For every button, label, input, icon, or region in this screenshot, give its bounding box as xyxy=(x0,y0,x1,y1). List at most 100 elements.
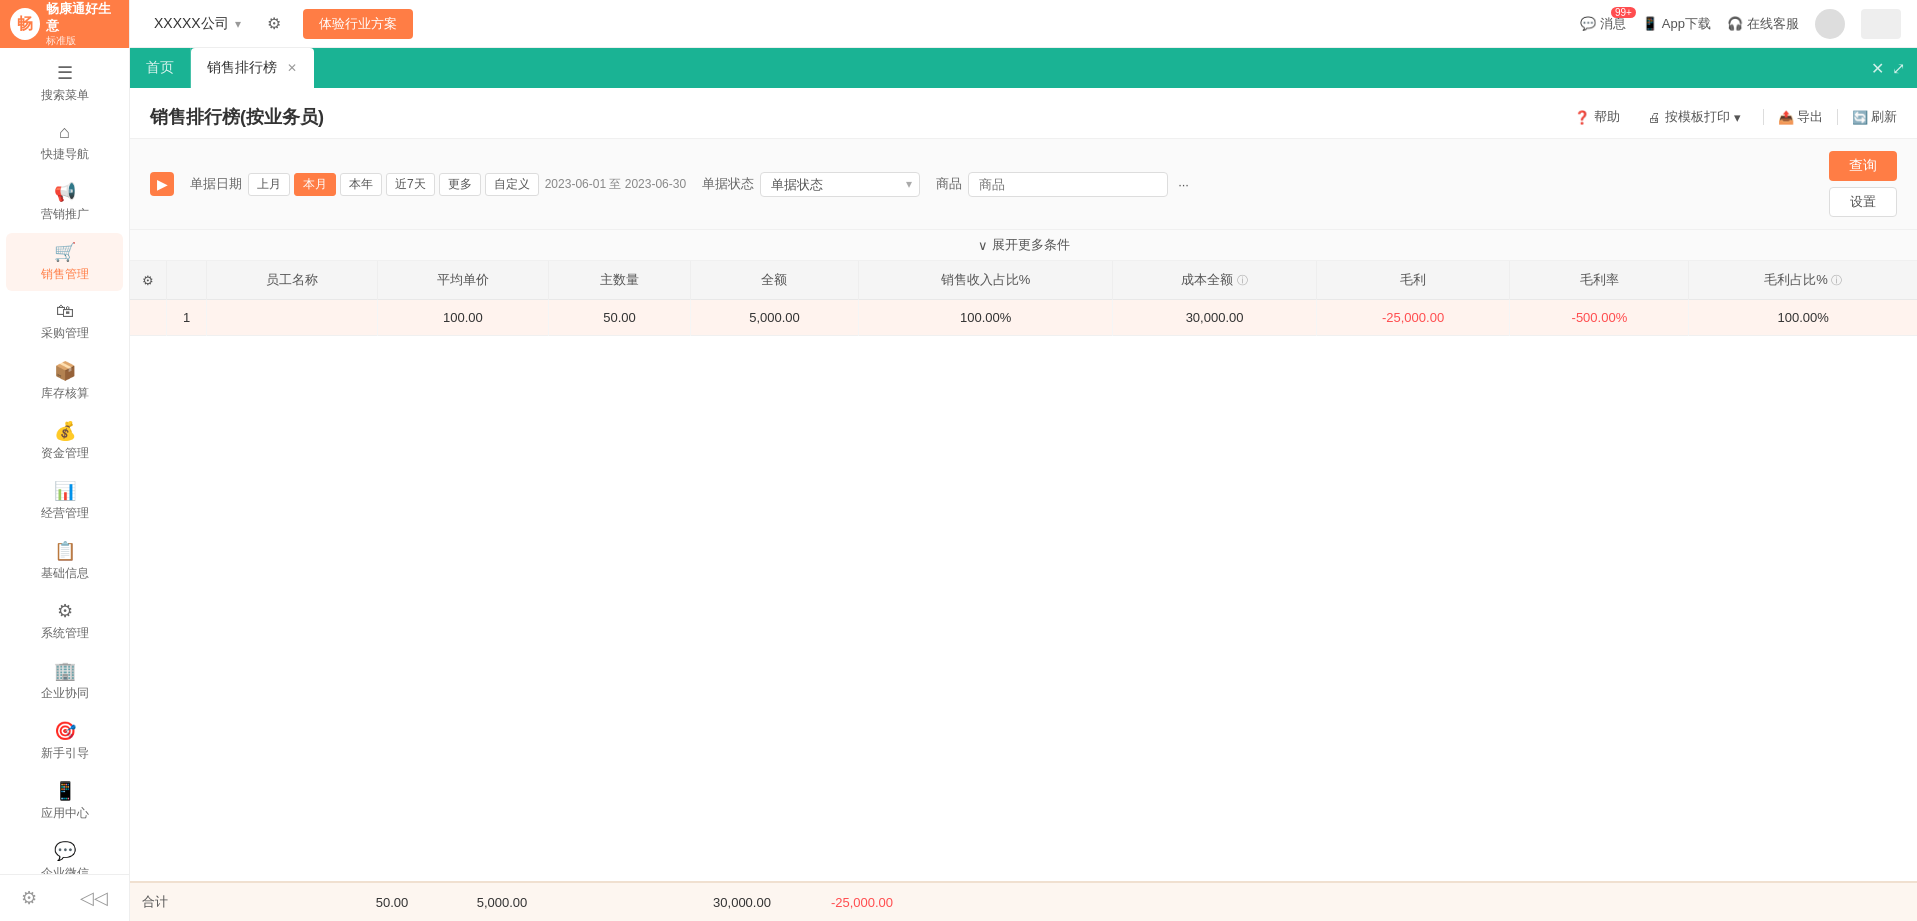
filter-expand-button[interactable]: ▶ xyxy=(150,172,174,196)
message-badge: 99+ xyxy=(1611,7,1636,18)
sidebar: 畅 畅康通好生意 标准版 ☰ 搜索菜单 ⌂ 快捷导航 📢 营销推广 🛒 销售管理… xyxy=(0,0,130,921)
finance-icon: 💰 xyxy=(54,420,76,442)
sidebar-settings-btn[interactable]: ⚙ xyxy=(17,883,41,913)
date-btn-custom[interactable]: 自定义 xyxy=(485,173,539,196)
system-icon: ⚙ xyxy=(57,600,73,622)
col-amount: 全额 xyxy=(691,261,859,300)
chevron-down-icon: ▾ xyxy=(235,17,241,31)
user-name-area[interactable] xyxy=(1861,9,1901,39)
sidebar-item-label: 库存核算 xyxy=(41,385,89,402)
sidebar-item-quick-nav[interactable]: ⌂ 快捷导航 xyxy=(6,114,123,171)
goods-input[interactable] xyxy=(968,172,1168,197)
col-profit-pct: 毛利占比% ⓘ xyxy=(1689,261,1917,300)
col-qty: 主数量 xyxy=(548,261,690,300)
sales-icon: 🛒 xyxy=(54,241,76,263)
user-avatar[interactable] xyxy=(1815,9,1845,39)
sidebar-item-label: 应用中心 xyxy=(41,805,89,822)
sidebar-item-enterprise[interactable]: 🏢 企业协同 xyxy=(6,652,123,710)
date-btn-more[interactable]: 更多 xyxy=(439,173,481,196)
sidebar-item-guide[interactable]: 🎯 新手引导 xyxy=(6,712,123,770)
status-filter-group: 单据状态 单据状态 xyxy=(702,172,920,197)
divider2 xyxy=(1837,109,1838,125)
tab-expand-icon[interactable]: ⤢ xyxy=(1892,59,1905,78)
col-profit: 毛利 xyxy=(1316,261,1510,300)
inventory-icon: 📦 xyxy=(54,360,76,382)
status-select[interactable]: 单据状态 xyxy=(760,172,920,197)
date-btn-this-year[interactable]: 本年 xyxy=(340,173,382,196)
table-row: 1 100.00 50.00 5,000.00 100.00% 30,000.0… xyxy=(130,300,1917,336)
company-selector[interactable]: XXXXX公司 ▾ xyxy=(146,11,249,37)
sidebar-logo: 畅 畅康通好生意 标准版 xyxy=(0,0,129,48)
footer-label: 合计 xyxy=(142,893,222,911)
settings-small-button[interactable]: 设置 xyxy=(1829,187,1897,217)
logo-badge: 标准版 xyxy=(46,34,119,47)
date-btn-this-month[interactable]: 本月 xyxy=(294,173,336,196)
col-name: 员工名称 xyxy=(207,261,378,300)
sidebar-item-wechat[interactable]: 💬 企业微信 xyxy=(6,832,123,874)
tab-close-window-icon[interactable]: ✕ xyxy=(1871,59,1884,78)
export-btn[interactable]: 📤 导出 xyxy=(1778,108,1823,126)
sidebar-item-search-order[interactable]: ☰ 搜索菜单 xyxy=(6,54,123,112)
sidebar-item-finance[interactable]: 💰 资金管理 xyxy=(6,412,123,470)
footer-data: 50.00 5,000.00 30,000.00 -25,000.00 xyxy=(222,895,1905,910)
goods-filter-group: 商品 ··· xyxy=(936,172,1193,197)
date-range-display: 2023-06-01 至 2023-06-30 xyxy=(545,176,686,193)
app-download-btn[interactable]: 📱 App下载 xyxy=(1642,15,1711,33)
expand-more-bar[interactable]: ∨ 展开更多条件 xyxy=(130,230,1917,261)
cell-profit: -25,000.00 xyxy=(1316,300,1510,336)
table-header-row: ⚙ 员工名称 平均单价 主数量 全额 销售收入占比% 成本全额 ⓘ 毛利 毛利率… xyxy=(130,261,1917,300)
refresh-btn[interactable]: 🔄 刷新 xyxy=(1852,108,1897,126)
date-quick-btns: 上月 本月 本年 近7天 更多 自定义 xyxy=(248,173,539,196)
template-print-btn[interactable]: 🖨 按模板打印 ▾ xyxy=(1640,104,1749,130)
tab-home[interactable]: 首页 xyxy=(130,48,191,88)
sidebar-item-sales-mgmt[interactable]: 🛒 销售管理 xyxy=(6,233,123,291)
sidebar-collapse-btn[interactable]: ◁◁ xyxy=(76,883,112,913)
online-service-btn[interactable]: 🎧 在线客服 xyxy=(1727,15,1799,33)
sidebar-item-apps[interactable]: 📱 应用中心 xyxy=(6,772,123,830)
sidebar-item-label: 营销推广 xyxy=(41,206,89,223)
col-rank xyxy=(167,261,207,300)
sidebar-item-operations[interactable]: 📊 经营管理 xyxy=(6,472,123,530)
sidebar-item-system[interactable]: ⚙ 系统管理 xyxy=(6,592,123,650)
sidebar-item-purchase-mgmt[interactable]: 🛍 采购管理 xyxy=(6,293,123,350)
tab-home-label: 首页 xyxy=(146,59,174,77)
app-icon: 📱 xyxy=(1642,16,1658,31)
col-cost: 成本全额 ⓘ xyxy=(1113,261,1316,300)
cell-settings xyxy=(130,300,167,336)
col-settings[interactable]: ⚙ xyxy=(130,261,167,300)
message-btn[interactable]: 💬 消息 99+ xyxy=(1580,15,1626,33)
sidebar-menu: ☰ 搜索菜单 ⌂ 快捷导航 📢 营销推广 🛒 销售管理 🛍 采购管理 📦 库存核… xyxy=(0,48,129,874)
header-settings-btn[interactable]: ⚙ xyxy=(259,9,289,39)
query-area: 查询 设置 xyxy=(1829,151,1897,217)
sidebar-item-label: 销售管理 xyxy=(41,266,89,283)
sidebar-item-inventory[interactable]: 📦 库存核算 xyxy=(6,352,123,410)
main-content: XXXXX公司 ▾ ⚙ 体验行业方案 💬 消息 99+ 📱 App下载 🎧 在线… xyxy=(130,0,1917,921)
trial-button[interactable]: 体验行业方案 xyxy=(303,9,413,39)
date-btn-last-month[interactable]: 上月 xyxy=(248,173,290,196)
footer-profit: -25,000.00 xyxy=(802,895,922,910)
sidebar-item-marketing[interactable]: 📢 营销推广 xyxy=(6,173,123,231)
top-header: XXXXX公司 ▾ ⚙ 体验行业方案 💬 消息 99+ 📱 App下载 🎧 在线… xyxy=(130,0,1917,48)
sidebar-item-label: 经营管理 xyxy=(41,505,89,522)
expand-more-icon: ∨ xyxy=(978,238,988,253)
footer-cost: 30,000.00 xyxy=(682,895,802,910)
online-service-label: 在线客服 xyxy=(1747,15,1799,33)
filter-more-icon[interactable]: ··· xyxy=(1174,175,1193,194)
date-btn-7days[interactable]: 近7天 xyxy=(386,173,435,196)
col-sales-pct: 销售收入占比% xyxy=(858,261,1112,300)
table-footer: 合计 50.00 5,000.00 30,000.00 -25,000.00 xyxy=(130,881,1917,921)
page-header: 销售排行榜(按业务员) ❓ 帮助 🖨 按模板打印 ▾ 📤 导出 xyxy=(130,88,1917,139)
sidebar-item-basics[interactable]: 📋 基础信息 xyxy=(6,532,123,590)
company-name: XXXXX公司 xyxy=(154,15,229,33)
tab-bar-actions: ✕ ⤢ xyxy=(1859,59,1917,78)
tab-sales-ranking[interactable]: 销售排行榜 ✕ xyxy=(191,48,314,88)
cell-amount: 5,000.00 xyxy=(691,300,859,336)
footer-amount: 5,000.00 xyxy=(442,895,562,910)
data-table: ⚙ 员工名称 平均单价 主数量 全额 销售收入占比% 成本全额 ⓘ 毛利 毛利率… xyxy=(130,261,1917,336)
col-profit-rate: 毛利率 xyxy=(1510,261,1689,300)
chevron-down-icon: ▾ xyxy=(1734,110,1741,125)
query-button[interactable]: 查询 xyxy=(1829,151,1897,181)
help-btn[interactable]: ❓ 帮助 xyxy=(1566,104,1628,130)
sidebar-item-label: 采购管理 xyxy=(41,325,89,342)
close-icon[interactable]: ✕ xyxy=(287,61,297,75)
